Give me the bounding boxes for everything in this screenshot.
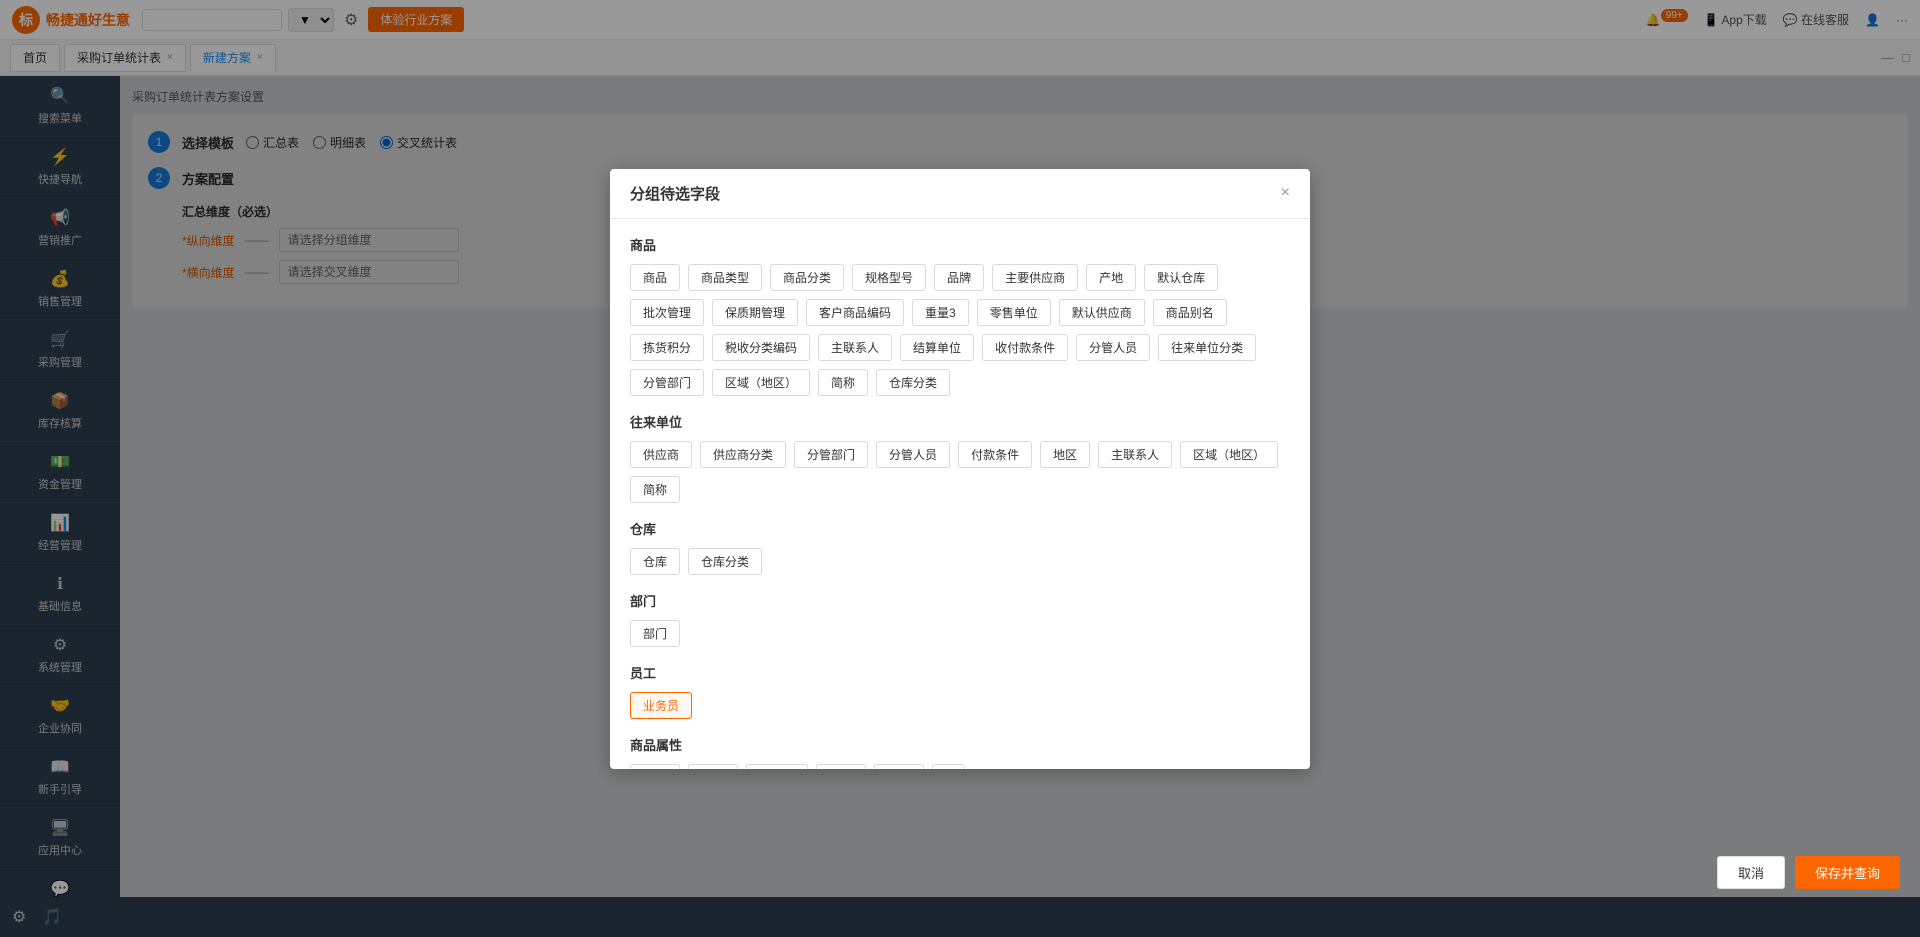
tag-size[interactable]: 尺码 <box>816 764 866 769</box>
tag-goods-alias[interactable]: 商品别名 <box>1153 299 1227 326</box>
tag-dept-branch[interactable]: 分管部门 <box>630 369 704 396</box>
tag-short-name2[interactable]: 简称 <box>630 476 680 503</box>
tag-warehouse[interactable]: 仓库 <box>630 548 680 575</box>
section-partner: 往来单位 供应商 供应商分类 分管部门 分管人员 付款条件 地区 主联系人 区域… <box>630 412 1290 503</box>
tag-weight3[interactable]: 重量3 <box>912 299 969 326</box>
tag-partner-category[interactable]: 往来单位分类 <box>1158 334 1256 361</box>
tag-main-contact[interactable]: 主联系人 <box>818 334 892 361</box>
tag-shoe-size[interactable]: 鞋码 <box>874 764 924 769</box>
save-query-button[interactable]: 保存并查询 <box>1795 856 1900 889</box>
tag-one[interactable]: 1 <box>932 764 965 769</box>
tag-region-area2[interactable]: 区域（地区） <box>1180 441 1278 468</box>
modal-body: 商品 商品 商品类型 商品分类 规格型号 品牌 主要供应商 产地 默认仓库 批次… <box>610 219 1310 769</box>
section-dept-title: 部门 <box>630 591 1290 610</box>
tag-goods-type[interactable]: 商品类型 <box>688 264 762 291</box>
section-partner-title: 往来单位 <box>630 412 1290 431</box>
tag-goods[interactable]: 商品 <box>630 264 680 291</box>
section-goods-tags: 商品 商品类型 商品分类 规格型号 品牌 主要供应商 产地 默认仓库 批次管理 … <box>630 264 1290 396</box>
tag-dept-manage[interactable]: 分管部门 <box>794 441 868 468</box>
section-employee: 员工 业务员 <box>630 663 1290 719</box>
tag-spec-model[interactable]: 规格型号 <box>852 264 926 291</box>
tag-color[interactable]: 颜色 <box>688 764 738 769</box>
section-goods-attr-tags: 属性 颜色 多规格 尺码 鞋码 1 <box>630 764 1290 769</box>
tag-payment-cond[interactable]: 付款条件 <box>958 441 1032 468</box>
tag-main-contact2[interactable]: 主联系人 <box>1098 441 1172 468</box>
section-warehouse-title: 仓库 <box>630 519 1290 538</box>
tag-region-area[interactable]: 区域（地区） <box>712 369 810 396</box>
tag-salesperson[interactable]: 业务员 <box>630 692 692 719</box>
tag-retail-unit[interactable]: 零售单位 <box>977 299 1051 326</box>
tag-short-name[interactable]: 简称 <box>818 369 868 396</box>
modal-header: 分组待选字段 × <box>610 169 1310 219</box>
tag-customer-code[interactable]: 客户商品编码 <box>806 299 904 326</box>
section-warehouse: 仓库 仓库 仓库分类 <box>630 519 1290 575</box>
modal-dialog: 分组待选字段 × 商品 商品 商品类型 商品分类 规格型号 品牌 主要供应商 产… <box>610 169 1310 769</box>
tag-warehouse-cat[interactable]: 仓库分类 <box>876 369 950 396</box>
section-goods-title: 商品 <box>630 235 1290 254</box>
dialog-actions: 取消 保存并查询 <box>1717 856 1900 889</box>
tag-tax-code[interactable]: 税收分类编码 <box>712 334 810 361</box>
modal-title: 分组待选字段 <box>630 183 720 204</box>
section-goods-attr-title: 商品属性 <box>630 735 1290 754</box>
section-goods-attr: 商品属性 属性 颜色 多规格 尺码 鞋码 1 <box>630 735 1290 769</box>
section-dept-tags: 部门 <box>630 620 1290 647</box>
tag-manager[interactable]: 分管人员 <box>1076 334 1150 361</box>
cancel-button[interactable]: 取消 <box>1717 856 1785 889</box>
tag-goods-category[interactable]: 商品分类 <box>770 264 844 291</box>
tag-payment-terms[interactable]: 收付款条件 <box>982 334 1068 361</box>
tag-batch-mgmt[interactable]: 批次管理 <box>630 299 704 326</box>
tag-default-warehouse[interactable]: 默认仓库 <box>1144 264 1218 291</box>
tag-brand[interactable]: 品牌 <box>934 264 984 291</box>
section-dept: 部门 部门 <box>630 591 1290 647</box>
tag-default-supplier[interactable]: 默认供应商 <box>1059 299 1145 326</box>
tag-pick-score[interactable]: 拣货积分 <box>630 334 704 361</box>
tag-origin[interactable]: 产地 <box>1086 264 1136 291</box>
tag-attr[interactable]: 属性 <box>630 764 680 769</box>
tag-warehouse-category[interactable]: 仓库分类 <box>688 548 762 575</box>
modal-close-button[interactable]: × <box>1281 184 1290 202</box>
tag-supplier-cat[interactable]: 供应商分类 <box>700 441 786 468</box>
tag-region[interactable]: 地区 <box>1040 441 1090 468</box>
tag-supplier[interactable]: 供应商 <box>630 441 692 468</box>
tag-shelf-life[interactable]: 保质期管理 <box>712 299 798 326</box>
section-goods: 商品 商品 商品类型 商品分类 规格型号 品牌 主要供应商 产地 默认仓库 批次… <box>630 235 1290 396</box>
section-employee-title: 员工 <box>630 663 1290 682</box>
tag-main-supplier[interactable]: 主要供应商 <box>992 264 1078 291</box>
tag-dept[interactable]: 部门 <box>630 620 680 647</box>
tag-settlement-unit[interactable]: 结算单位 <box>900 334 974 361</box>
section-employee-tags: 业务员 <box>630 692 1290 719</box>
tag-manage-person[interactable]: 分管人员 <box>876 441 950 468</box>
modal-overlay: 分组待选字段 × 商品 商品 商品类型 商品分类 规格型号 品牌 主要供应商 产… <box>0 0 1920 937</box>
section-warehouse-tags: 仓库 仓库分类 <box>630 548 1290 575</box>
tag-multi-spec[interactable]: 多规格 <box>746 764 808 769</box>
section-partner-tags: 供应商 供应商分类 分管部门 分管人员 付款条件 地区 主联系人 区域（地区） … <box>630 441 1290 503</box>
